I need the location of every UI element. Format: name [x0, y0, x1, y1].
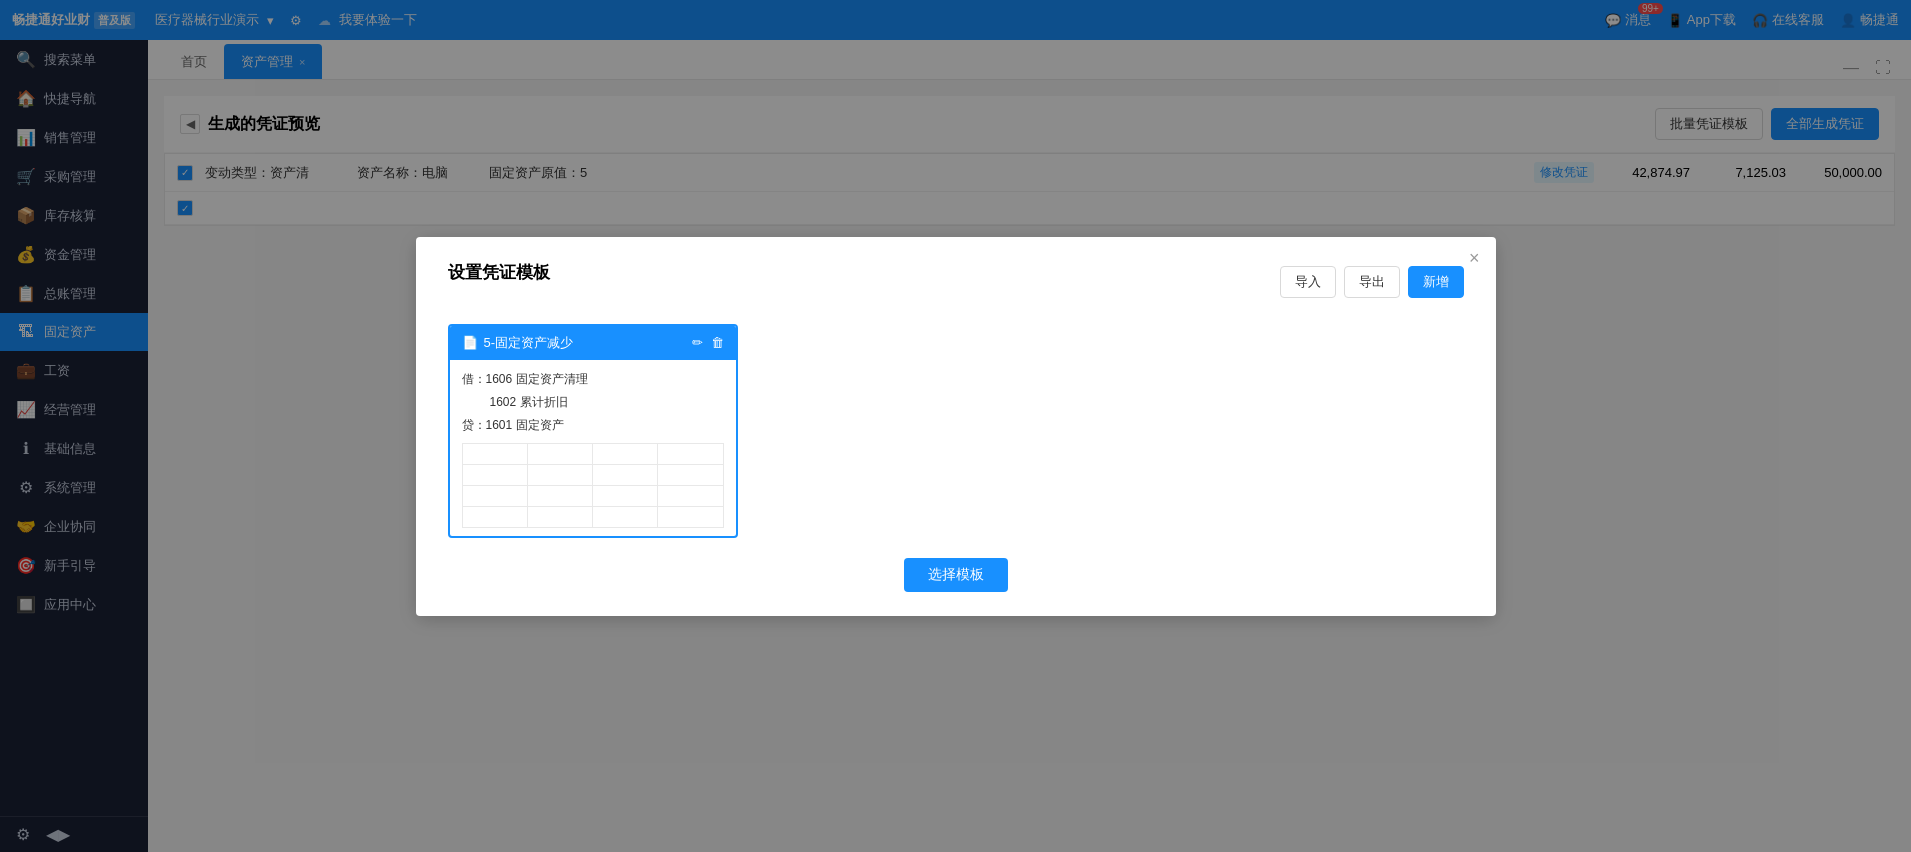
grid-cell — [658, 507, 723, 527]
grid-row — [463, 486, 723, 507]
template-name: 📄 5-固定资产减少 — [462, 334, 574, 352]
export-btn[interactable]: 导出 — [1344, 266, 1400, 298]
template-delete-icon[interactable]: 🗑 — [711, 335, 724, 350]
template-edit-icon[interactable]: ✏ — [692, 335, 703, 350]
grid-cell — [658, 465, 723, 485]
template-card: 📄 5-固定资产减少 ✏ 🗑 借：1606 固定资产清理 1602 累计折旧 贷… — [448, 324, 738, 538]
grid-row — [463, 507, 723, 527]
grid-row — [463, 444, 723, 465]
grid-cell — [463, 444, 528, 464]
dialog-actions: 导入 导出 新增 — [1280, 266, 1464, 298]
grid-cell — [528, 444, 593, 464]
set-voucher-template-dialog: × 设置凭证模板 导入 导出 新增 📄 5-固定资产减少 ✏ 🗑 — [416, 237, 1496, 616]
template-grid — [462, 443, 724, 528]
grid-cell — [658, 444, 723, 464]
grid-cell — [658, 486, 723, 506]
grid-cell — [528, 507, 593, 527]
grid-cell — [593, 486, 658, 506]
entry-debit-1606: 借：1606 固定资产清理 — [462, 368, 724, 391]
grid-cell — [528, 486, 593, 506]
new-btn[interactable]: 新增 — [1408, 266, 1464, 298]
import-btn[interactable]: 导入 — [1280, 266, 1336, 298]
template-card-header: 📄 5-固定资产减少 ✏ 🗑 — [450, 326, 736, 360]
entry-credit-1601: 贷：1601 固定资产 — [462, 414, 724, 437]
dialog-header: 设置凭证模板 导入 导出 新增 — [448, 261, 1464, 304]
grid-cell — [593, 465, 658, 485]
dialog-overlay: × 设置凭证模板 导入 导出 新增 📄 5-固定资产减少 ✏ 🗑 — [0, 0, 1911, 852]
dialog-close-icon[interactable]: × — [1469, 249, 1480, 267]
grid-cell — [593, 507, 658, 527]
template-icon: 📄 — [462, 335, 478, 350]
dialog-title: 设置凭证模板 — [448, 261, 550, 284]
select-template-btn[interactable]: 选择模板 — [904, 558, 1008, 592]
template-card-body: 借：1606 固定资产清理 1602 累计折旧 贷：1601 固定资产 — [450, 360, 736, 536]
grid-row — [463, 465, 723, 486]
grid-cell — [463, 507, 528, 527]
grid-cell — [593, 444, 658, 464]
grid-cell — [463, 486, 528, 506]
grid-cell — [528, 465, 593, 485]
entry-1602: 1602 累计折旧 — [462, 391, 724, 414]
grid-cell — [463, 465, 528, 485]
template-actions: ✏ 🗑 — [692, 335, 724, 350]
